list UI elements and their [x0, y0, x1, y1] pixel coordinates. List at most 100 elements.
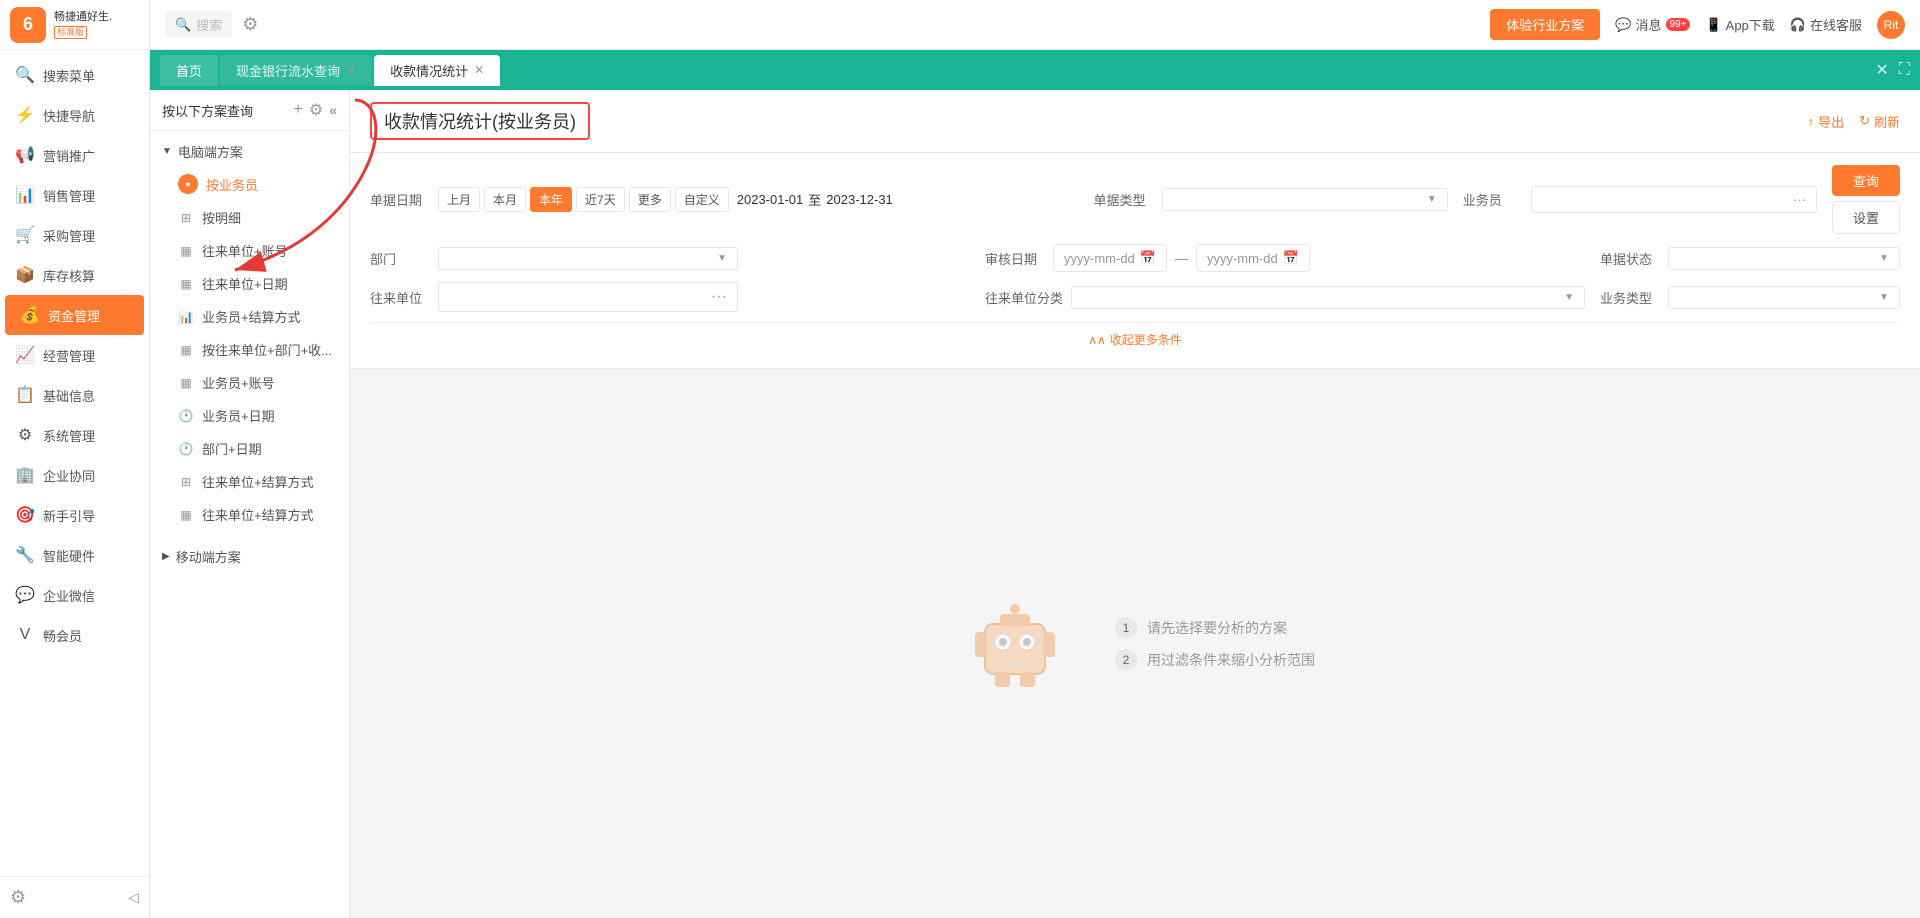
- sidebar-item-operation[interactable]: 📈经营管理: [0, 335, 149, 375]
- scheme-item-by-detail[interactable]: ⊞ 按明细: [150, 201, 349, 234]
- filter-row-2: 部门 ▼ 审核日期 yyyy-mm-dd 📅 —: [370, 244, 1900, 272]
- tab-collection-close[interactable]: ✕: [474, 63, 484, 77]
- doc-type-label: 单据类型: [1094, 190, 1154, 209]
- export-button[interactable]: ↑ 导出: [1808, 112, 1845, 131]
- scheme-item-partner-payment1[interactable]: ⊞ 往来单位+结算方式: [150, 465, 349, 498]
- search-placeholder: 搜索: [196, 15, 222, 34]
- date-dash: —: [1175, 251, 1188, 266]
- nav-label-basic: 基础信息: [43, 386, 95, 405]
- tab-home-label: 首页: [176, 61, 202, 80]
- doc-type-select[interactable]: ▼: [1162, 188, 1448, 211]
- partner-category-chevron: ▼: [1564, 292, 1574, 303]
- salesperson-select[interactable]: ···: [1531, 186, 1817, 213]
- sidebar-item-basic[interactable]: 📋基础信息: [0, 375, 149, 415]
- date-end: 2023-12-31: [826, 192, 893, 207]
- sidebar-nav: 🔍 搜索菜单 ⚡快捷导航📢营销推广📊销售管理🛒采购管理📦库存核算💰资金管理📈经营管理…: [0, 50, 149, 876]
- review-date-end-input[interactable]: yyyy-mm-dd 📅: [1196, 244, 1310, 272]
- sidebar-item-hardware[interactable]: 🔧智能硬件: [0, 535, 149, 575]
- doc-status-label: 单据状态: [1600, 249, 1660, 268]
- nav-icon-fund: 💰: [20, 305, 40, 325]
- salesperson-dots[interactable]: ···: [1793, 192, 1806, 207]
- filter-actions: 查询 设置: [1832, 165, 1900, 234]
- sidebar-item-sales[interactable]: 📊销售管理: [0, 175, 149, 215]
- window-close-btn[interactable]: ✕: [1875, 60, 1888, 80]
- sidebar-item-guide[interactable]: 🎯新手引导: [0, 495, 149, 535]
- page-title: 收款情况统计(按业务员): [384, 112, 576, 132]
- user-avatar[interactable]: Rit: [1877, 11, 1905, 39]
- query-button[interactable]: 查询: [1832, 165, 1900, 196]
- scheme-item-by-salesperson[interactable]: ● 按业务员: [150, 167, 349, 201]
- doc-status-select[interactable]: ▼: [1668, 247, 1900, 270]
- dept-select[interactable]: ▼: [438, 247, 738, 270]
- desktop-scheme-header[interactable]: ▼ 电脑端方案: [150, 136, 349, 167]
- message-action[interactable]: 💬 消息 99+: [1615, 15, 1690, 34]
- business-type-select[interactable]: ▼: [1668, 286, 1900, 309]
- date-btn-7days[interactable]: 近7天: [576, 187, 625, 212]
- partner-category-select[interactable]: ▼: [1071, 286, 1585, 309]
- date-btn-last-month[interactable]: 上月: [438, 187, 480, 212]
- search-bar[interactable]: 🔍 搜索: [165, 11, 232, 38]
- partner-select[interactable]: ···: [438, 282, 738, 312]
- refresh-button[interactable]: ↻ 刷新: [1859, 112, 1900, 131]
- sidebar-item-wechat[interactable]: 💬企业微信: [0, 575, 149, 615]
- window-maximize-btn[interactable]: ⛶: [1899, 61, 1910, 79]
- settings-button[interactable]: 设置: [1832, 201, 1900, 234]
- filter-review-date: 审核日期 yyyy-mm-dd 📅 — yyyy-mm-dd 📅: [985, 244, 1585, 272]
- business-type-label: 业务类型: [1600, 288, 1660, 307]
- sidebar-item-inventory[interactable]: 📦库存核算: [0, 255, 149, 295]
- scheme-item-salesperson-account[interactable]: ▦ 业务员+账号: [150, 366, 349, 399]
- review-date-end-text: yyyy-mm-dd: [1207, 251, 1278, 266]
- app-download-action[interactable]: 📱 App下载: [1705, 15, 1774, 34]
- date-btn-more[interactable]: 更多: [629, 187, 671, 212]
- sidebar-item-system[interactable]: ⚙系统管理: [0, 415, 149, 455]
- online-service-action[interactable]: 🎧 在线客服: [1790, 15, 1862, 34]
- scheme-item-salesperson-payment[interactable]: 📊 业务员+结算方式: [150, 300, 349, 333]
- calendar-end-icon[interactable]: 📅: [1283, 250, 1299, 266]
- collapse-bar[interactable]: ∧∧ 收起更多条件: [370, 322, 1900, 356]
- topbar-settings-icon[interactable]: ⚙: [242, 14, 258, 35]
- right-panel: 收款情况统计(按业务员) ↑ 导出 ↻ 刷新: [350, 90, 1920, 918]
- collapse-sidebar-icon[interactable]: ◁: [128, 889, 139, 906]
- download-icon: 📱: [1705, 17, 1721, 33]
- date-btn-custom[interactable]: 自定义: [675, 187, 729, 212]
- scheme-item-partner-account[interactable]: ▦ 往来单位+账号: [150, 234, 349, 267]
- review-date-start-input[interactable]: yyyy-mm-dd 📅: [1053, 244, 1167, 272]
- calendar-start-icon[interactable]: 📅: [1140, 250, 1156, 266]
- sidebar-item-member[interactable]: V畅会员: [0, 615, 149, 655]
- sidebar-item-fund[interactable]: 💰资金管理: [5, 295, 144, 335]
- sidebar-item-marketing[interactable]: 📢营销推广: [0, 135, 149, 175]
- scheme-settings-icon[interactable]: ⚙: [309, 100, 323, 120]
- tab-bank[interactable]: 现金银行流水查询 ✕: [220, 55, 372, 86]
- doc-status-chevron: ▼: [1879, 253, 1889, 264]
- mobile-scheme-header[interactable]: ▶ 移动端方案: [150, 541, 349, 572]
- nav-icon-purchase: 🛒: [15, 225, 35, 245]
- filter-date: 单据日期 上月 本月 本年 近7天 更多 自定义 2023-01-01 至: [370, 187, 1079, 212]
- scheme-item-partner-payment2[interactable]: ▦ 往来单位+结算方式: [150, 498, 349, 531]
- trial-button[interactable]: 体验行业方案: [1490, 9, 1600, 40]
- partner-dots[interactable]: ···: [711, 288, 727, 306]
- scheme-item-partner-date[interactable]: ▦ 往来单位+日期: [150, 267, 349, 300]
- content-area: 按以下方案查询 + ⚙ « ▼ 电脑端方案 ● 按业务员: [150, 90, 1920, 918]
- sidebar-footer[interactable]: ⚙ ◁: [0, 876, 149, 918]
- add-scheme-btn[interactable]: +: [294, 101, 303, 119]
- nav-icon-search: 🔍: [15, 65, 35, 85]
- sidebar-item-enterprise[interactable]: 🏢企业协同: [0, 455, 149, 495]
- nav-label-guide: 新手引导: [43, 506, 95, 525]
- date-btn-this-year[interactable]: 本年: [530, 187, 572, 212]
- filter-salesperson: 业务员 ···: [1463, 186, 1817, 213]
- tab-bank-close[interactable]: ✕: [346, 63, 356, 77]
- settings-icon[interactable]: ⚙: [10, 887, 26, 908]
- tab-home[interactable]: 首页: [160, 55, 218, 86]
- tab-collection[interactable]: 收款情况统计 ✕: [374, 55, 500, 86]
- scheme-item-salesperson-date[interactable]: 🕐 业务员+日期: [150, 399, 349, 432]
- sidebar-item-purchase[interactable]: 🛒采购管理: [0, 215, 149, 255]
- collapse-panel-icon[interactable]: «: [329, 102, 337, 118]
- search-icon: 🔍: [175, 17, 191, 33]
- sidebar-item-search[interactable]: 🔍 搜索菜单: [0, 55, 149, 95]
- scheme-item-dept-date[interactable]: 🕐 部门+日期: [150, 432, 349, 465]
- scheme-item-partner-dept-collect[interactable]: ▦ 按往来单位+部门+收...: [150, 333, 349, 366]
- sidebar-item-quicknav[interactable]: ⚡快捷导航: [0, 95, 149, 135]
- sidebar: 6 畅捷通好生. 标准版 🔍搜索菜单⚡快捷导航📢营销推广📊销售管理🛒采购管理📦库…: [0, 0, 150, 918]
- nav-label-search: 搜索菜单: [43, 66, 95, 85]
- date-btn-this-month[interactable]: 本月: [484, 187, 526, 212]
